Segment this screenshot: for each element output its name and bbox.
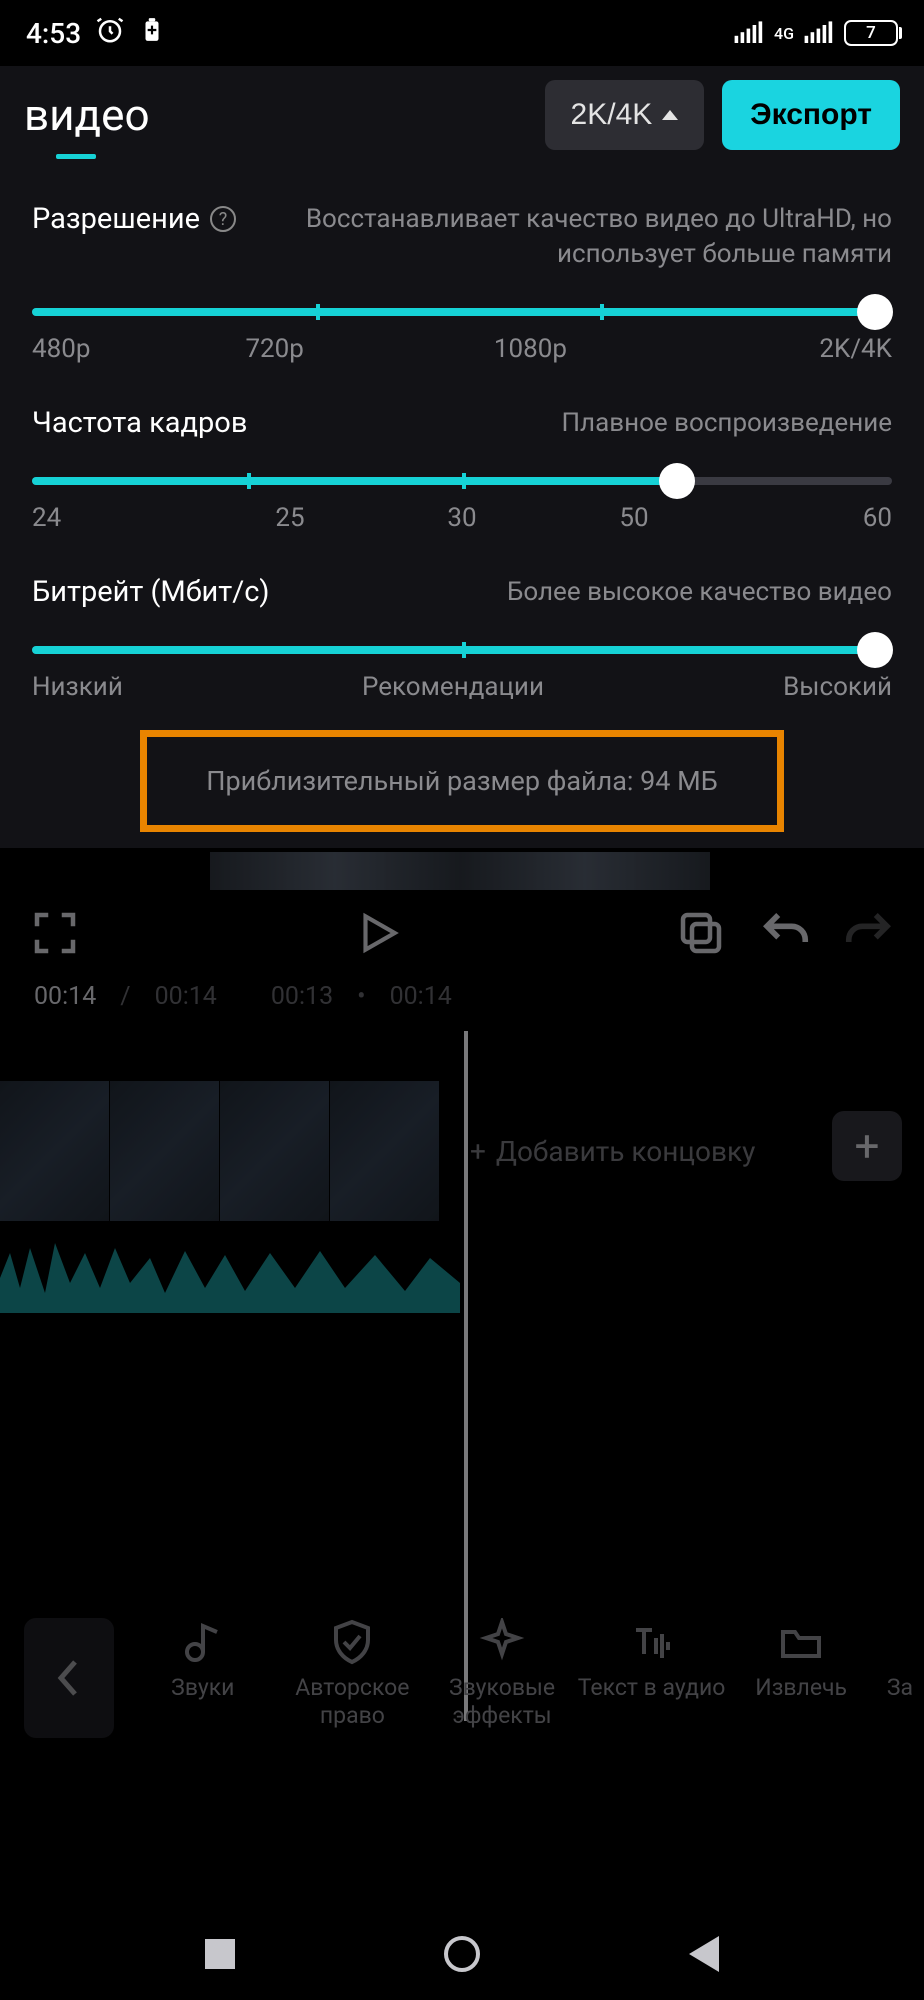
help-icon[interactable]: ? (210, 206, 236, 232)
bitrate-ticks: Низкий Рекомендации Высокий (32, 672, 892, 702)
bitrate-slider[interactable] (32, 646, 892, 654)
clip-thumbnail[interactable] (0, 1081, 110, 1221)
resolution-dropdown[interactable]: 2K/4K (545, 80, 705, 150)
bitrate-label: Битрейт (Мбит/с) (32, 575, 269, 609)
plus-icon: + (470, 1135, 486, 1168)
add-ending-button[interactable]: + Добавить концовку (470, 1135, 755, 1168)
resolution-ticks: 480p 720p 1080p 2K/4K (32, 334, 892, 364)
copy-icon[interactable] (674, 906, 728, 960)
text-audio-icon (628, 1618, 676, 1666)
clip-thumbnail[interactable] (220, 1081, 330, 1221)
play-icon[interactable] (353, 906, 403, 960)
framerate-section: Частота кадров Плавное воспроизведение 2… (0, 378, 924, 547)
resolution-dropdown-label: 2K/4K (571, 98, 653, 132)
signal2-icon (804, 17, 834, 50)
tool-text-to-audio[interactable]: Текст в аудио (577, 1618, 727, 1702)
more-icon (876, 1618, 924, 1666)
status-time: 4:53 (26, 17, 81, 50)
clip-thumbnail[interactable] (110, 1081, 220, 1221)
resolution-label: Разрешение (32, 202, 200, 236)
tab-video[interactable]: видео (24, 89, 150, 141)
tool-more[interactable]: За (876, 1618, 924, 1702)
preview-thumbnail (210, 852, 710, 890)
tool-sound-effects[interactable]: Звуковые эффекты (427, 1618, 577, 1729)
nav-home-icon[interactable] (444, 1936, 480, 1972)
tool-sounds[interactable]: Звуки (128, 1618, 278, 1702)
resolution-desc: Восстанавливает качество видео до UltraH… (264, 202, 892, 272)
add-ending-label: Добавить концовку (496, 1135, 755, 1168)
resolution-slider[interactable] (32, 308, 892, 316)
framerate-desc: Плавное воспроизведение (561, 406, 892, 441)
toolbar-back-button[interactable] (24, 1618, 114, 1738)
bitrate-desc: Более высокое качество видео (507, 575, 892, 610)
battery-plus-icon (139, 15, 165, 52)
video-editor: 00:14/00:14 00:13 • 00:14 + Добавить кон… (0, 848, 924, 1848)
estimated-file-size: Приблизительный размер файла: 94 МБ (140, 730, 784, 832)
music-note-icon (179, 1618, 227, 1666)
export-button[interactable]: Экспорт (722, 80, 900, 150)
nav-recent-icon[interactable] (205, 1939, 235, 1969)
timecodes: 00:14/00:14 00:13 • 00:14 (0, 974, 924, 1031)
tool-copyright[interactable]: Авторское право (278, 1618, 428, 1729)
bitrate-section: Битрейт (Мбит/с) Более высокое качество … (0, 547, 924, 716)
folder-icon (777, 1618, 825, 1666)
shield-check-icon (328, 1618, 376, 1666)
redo-icon[interactable] (842, 906, 896, 960)
network-4g-label: 4G (774, 24, 794, 43)
undo-icon[interactable] (758, 906, 812, 960)
clip-thumbnail[interactable] (330, 1081, 440, 1221)
framerate-slider[interactable] (32, 477, 892, 485)
timeline[interactable]: + Добавить концовку + (0, 1081, 924, 1341)
audio-waveform[interactable] (0, 1233, 460, 1313)
caret-up-icon (662, 110, 678, 120)
sparkle-icon (478, 1618, 526, 1666)
status-bar: 4:53 4G 7 (0, 0, 924, 66)
nav-back-icon[interactable] (689, 1936, 719, 1972)
framerate-ticks: 24 25 30 50 60 (32, 503, 892, 533)
resolution-section: Разрешение ? Восстанавливает качество ви… (0, 174, 924, 378)
signal-icon (734, 17, 764, 50)
android-navbar (0, 1908, 924, 2000)
fullscreen-icon[interactable] (28, 906, 82, 960)
add-clip-button[interactable]: + (832, 1111, 902, 1181)
framerate-label: Частота кадров (32, 406, 247, 440)
bottom-toolbar: Звуки Авторское право Звуковые эффекты Т… (0, 1604, 924, 1752)
battery-icon: 7 (844, 20, 898, 46)
export-panel: видео 2K/4K Экспорт Разрешение ? Восстан… (0, 66, 924, 848)
tool-extract[interactable]: Извлечь (726, 1618, 876, 1702)
alarm-icon (95, 15, 125, 52)
